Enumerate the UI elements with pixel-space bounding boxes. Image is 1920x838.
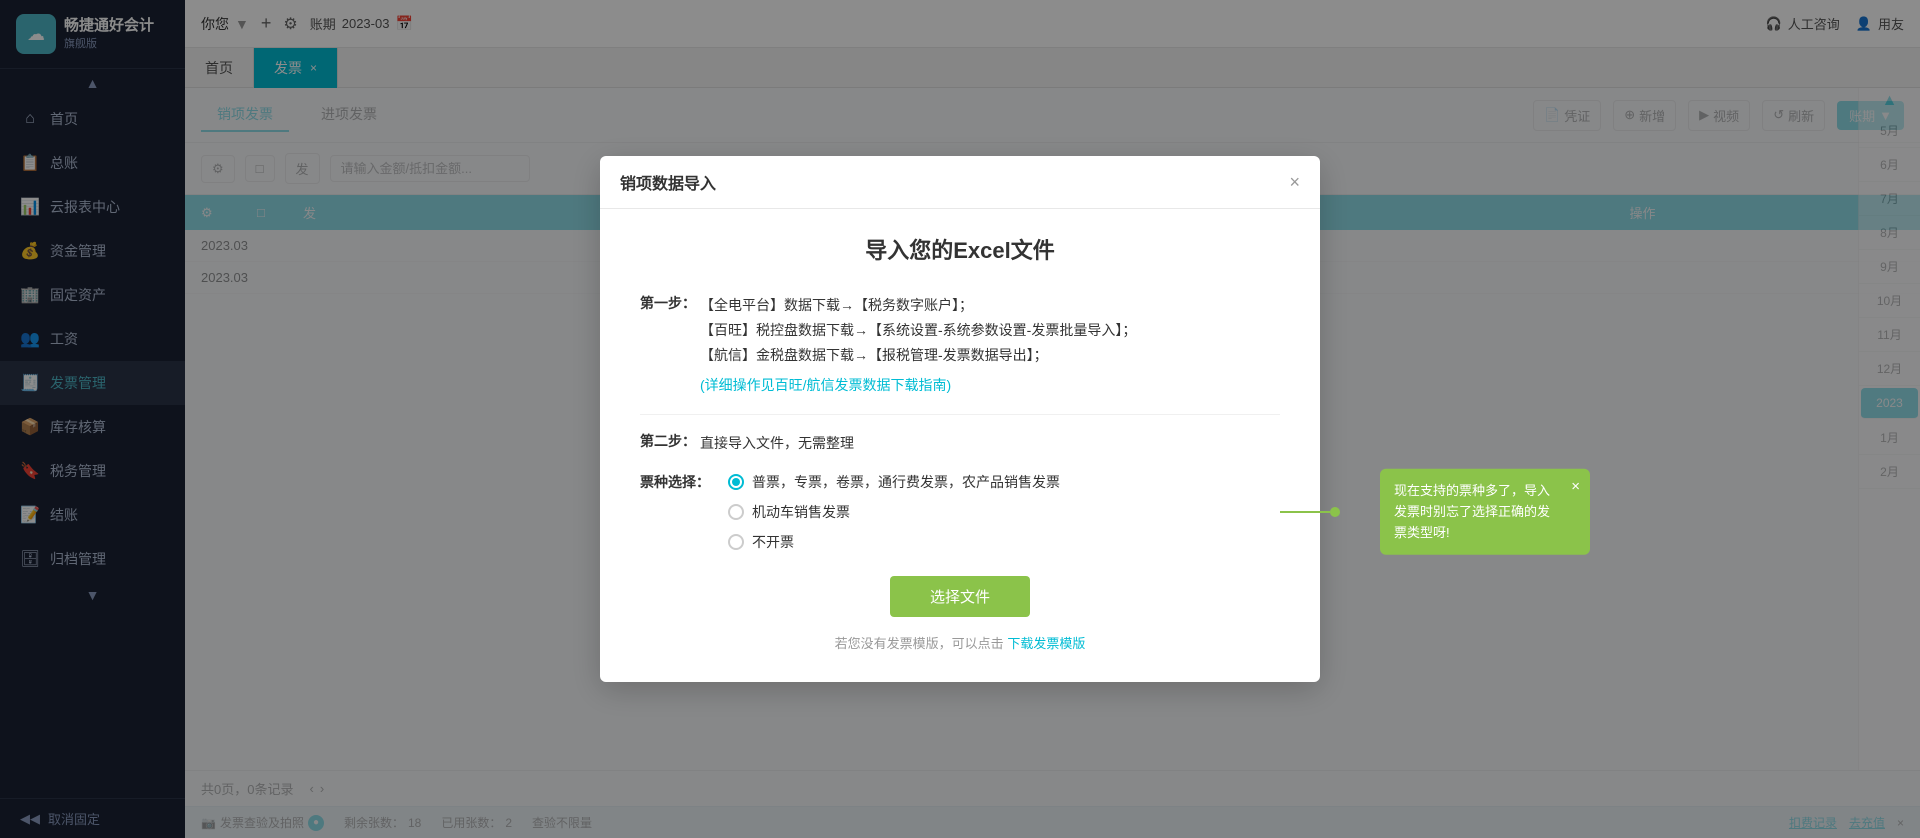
radio-1-circle <box>728 474 744 490</box>
modal-header: 销项数据导入 × <box>600 156 1320 209</box>
tooltip-connector <box>1280 507 1340 517</box>
step1-content: 【全电平台】数据下载→【税务数字账户】； 【百旺】税控盘数据下载→【系统设置-系… <box>700 293 1280 398</box>
modal-body: 导入您的Excel文件 第一步： 【全电平台】数据下载→【税务数字账户】； 【百… <box>600 209 1320 682</box>
radio-item-3[interactable]: 不开票 <box>728 532 1280 552</box>
radio-group: 普票，专票，卷票，通行费发票，农产品销售发票 机动车销售发票 <box>718 472 1280 552</box>
step2-content: 直接导入文件，无需整理 <box>700 431 1280 456</box>
modal-close-button[interactable]: × <box>1289 172 1300 193</box>
radio-1-dot <box>732 478 740 486</box>
modal-overlay: 销项数据导入 × 导入您的Excel文件 第一步： 【全电平台】数据下载→【税务… <box>185 88 1920 770</box>
radio-item-1[interactable]: 普票，专票，卷票，通行费发票，农产品销售发票 <box>728 472 1280 492</box>
content-area: 销项发票 进项发票 📄 凭证 ⊕ 新增 ▶ 视频 <box>185 88 1920 770</box>
footer-text: 若您没有发票模版，可以点击 <box>835 636 1004 651</box>
step2: 第二步： 直接导入文件，无需整理 <box>640 431 1280 456</box>
tooltip-line <box>1280 511 1330 513</box>
tooltip-close-button[interactable]: × <box>1571 475 1580 499</box>
step-divider <box>640 414 1280 415</box>
ticket-select: 票种选择： 普票，专票，卷票，通行费发票，农产品销售发票 <box>640 472 1280 552</box>
step1-line2: 【百旺】税控盘数据下载→【系统设置-系统参数设置-发票批量导入】； <box>700 318 1280 343</box>
step1-link[interactable]: (详细操作见百旺/航信发票数据下载指南) <box>700 377 951 393</box>
tooltip-bubble: 现在支持的票种多了，导入发票时别忘了选择正确的发票类型呀! × <box>1380 469 1590 555</box>
modal-btn-row: 选择文件 <box>640 576 1280 617</box>
radio-3-label: 不开票 <box>752 532 794 552</box>
select-file-button[interactable]: 选择文件 <box>890 576 1030 617</box>
modal-footer: 若您没有发票模版，可以点击 下载发票模版 <box>640 633 1280 652</box>
tooltip-text: 现在支持的票种多了，导入发票时别忘了选择正确的发票类型呀! <box>1394 483 1550 540</box>
main-area: 你您 ▼ + ⚙ 账期 2023-03 📅 🎧 人工咨询 👤 用友 <box>185 0 1920 838</box>
step1-label: 第一步： <box>640 293 700 398</box>
radio-2-label: 机动车销售发票 <box>752 502 850 522</box>
step2-label: 第二步： <box>640 431 700 456</box>
modal-title: 销项数据导入 <box>620 170 716 194</box>
download-template-link[interactable]: 下载发票模版 <box>1007 636 1085 651</box>
step1-line1: 【全电平台】数据下载→【税务数字账户】； <box>700 293 1280 318</box>
ticket-label: 票种选择： <box>640 472 710 492</box>
radio-item-2[interactable]: 机动车销售发票 <box>728 502 850 522</box>
modal-main-title: 导入您的Excel文件 <box>640 233 1280 265</box>
radio-2-circle <box>728 504 744 520</box>
import-modal: 销项数据导入 × 导入您的Excel文件 第一步： 【全电平台】数据下载→【税务… <box>600 156 1320 682</box>
radio-item-2-wrapper: 机动车销售发票 现在支持的票种多了，导入发票时别 <box>728 502 1280 522</box>
tooltip-dot <box>1330 507 1340 517</box>
radio-1-label: 普票，专票，卷票，通行费发票，农产品销售发票 <box>752 472 1060 492</box>
step1-line3: 【航信】金税盘数据下载→【报税管理-发票数据导出】； <box>700 343 1280 368</box>
step1: 第一步： 【全电平台】数据下载→【税务数字账户】； 【百旺】税控盘数据下载→【系… <box>640 293 1280 398</box>
radio-3-circle <box>728 534 744 550</box>
